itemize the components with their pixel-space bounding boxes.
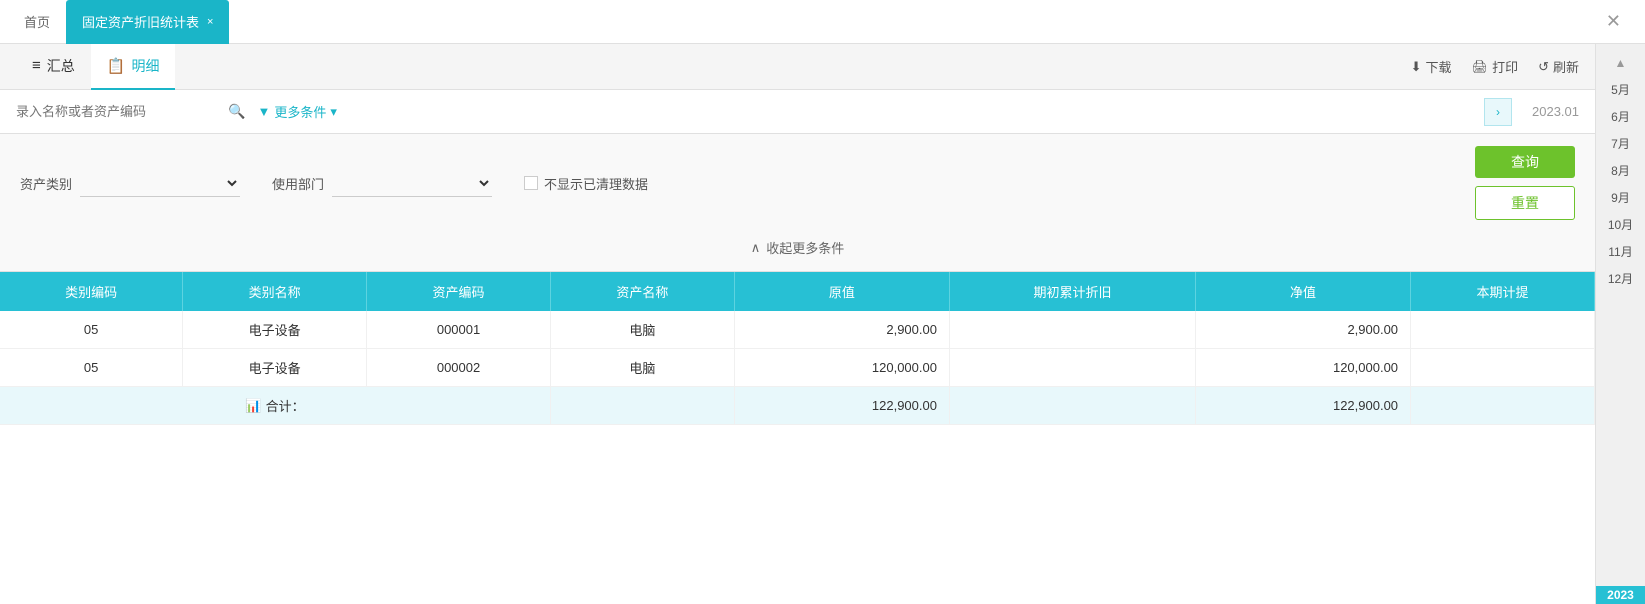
cell-asset-code: 000001 bbox=[367, 311, 551, 349]
asset-type-filter: 资产类别 bbox=[20, 169, 240, 197]
tab-detail[interactable]: 📋 明细 bbox=[91, 44, 176, 90]
sidebar-month-item[interactable]: 9月 bbox=[1604, 184, 1637, 211]
detail-icon: 📋 bbox=[107, 57, 126, 75]
summary-tab-label: 汇总 bbox=[47, 56, 75, 76]
col-asset-code: 资产编码 bbox=[367, 272, 551, 311]
filter-area: 资产类别 使用部门 不显示已清理数据 查询 重置 bbox=[0, 134, 1595, 272]
cell-original-value: 120,000.00 bbox=[734, 349, 949, 387]
col-accumulated-depreciation: 期初累计折旧 bbox=[949, 272, 1195, 311]
asset-type-select[interactable] bbox=[80, 169, 240, 197]
sidebar-month-item[interactable]: 6月 bbox=[1604, 103, 1637, 130]
collapse-label: 收起更多条件 bbox=[766, 238, 844, 257]
sidebar-month-item[interactable]: 11月 bbox=[1604, 238, 1637, 265]
cell-category-code: 05 bbox=[0, 349, 183, 387]
cell-category-name: 电子设备 bbox=[183, 349, 367, 387]
more-filter-button[interactable]: ▼ 更多条件 ▾ bbox=[257, 102, 336, 121]
content-area: ≡ 汇总 📋 明细 ⬇ 下载 🖨 打印 ↺ 刷新 bbox=[0, 44, 1595, 604]
cell-asset-name: 电脑 bbox=[550, 311, 734, 349]
download-icon: ⬇ bbox=[1411, 59, 1422, 75]
window-close-button[interactable]: ✕ bbox=[1598, 11, 1629, 32]
col-asset-name: 资产名称 bbox=[550, 272, 734, 311]
cell-category-name: 电子设备 bbox=[183, 311, 367, 349]
cell-category-code: 05 bbox=[0, 311, 183, 349]
asset-type-label: 资产类别 bbox=[20, 174, 72, 193]
home-link[interactable]: 首页 bbox=[16, 12, 58, 31]
refresh-label: 刷新 bbox=[1553, 57, 1579, 76]
hide-cleared-checkbox[interactable] bbox=[524, 176, 538, 190]
department-label: 使用部门 bbox=[272, 174, 324, 193]
table-total-row: 📊 合计： 122,900.00 122,900.00 bbox=[0, 387, 1595, 425]
hide-cleared-filter[interactable]: 不显示已清理数据 bbox=[524, 174, 648, 193]
total-empty bbox=[550, 387, 734, 425]
table-header-row: 类别编码 类别名称 资产编码 资产名称 原值 期初累计折旧 净值 本期计提 bbox=[0, 272, 1595, 311]
sidebar-month-item[interactable]: 5月 bbox=[1604, 76, 1637, 103]
tab-summary[interactable]: ≡ 汇总 bbox=[16, 44, 91, 90]
download-button[interactable]: ⬇ 下载 bbox=[1411, 57, 1452, 76]
cell-net-value: 2,900.00 bbox=[1195, 311, 1410, 349]
col-original-value: 原值 bbox=[734, 272, 949, 311]
toolbar-right: ⬇ 下载 🖨 打印 ↺ 刷新 bbox=[1411, 57, 1579, 76]
cell-current-period bbox=[1411, 311, 1595, 349]
tab-label: 固定资产折旧统计表 bbox=[82, 12, 199, 31]
print-icon: 🖨 bbox=[1472, 59, 1489, 75]
search-icon[interactable]: 🔍 bbox=[228, 103, 245, 120]
data-table: 类别编码 类别名称 资产编码 资产名称 原值 期初累计折旧 净值 本期计提 05… bbox=[0, 272, 1595, 425]
col-category-code: 类别编码 bbox=[0, 272, 183, 311]
date-display: 2023.01 bbox=[1532, 104, 1579, 119]
print-label: 打印 bbox=[1492, 57, 1518, 76]
top-nav: 首页 固定资产折旧统计表 × ✕ bbox=[0, 0, 1645, 44]
department-filter: 使用部门 bbox=[272, 169, 492, 197]
table-row: 05 电子设备 000001 电脑 2,900.00 2,900.00 bbox=[0, 311, 1595, 349]
sidebar-month-item[interactable]: 12月 bbox=[1604, 265, 1637, 292]
sidebar-month-item[interactable]: 8月 bbox=[1604, 157, 1637, 184]
refresh-button[interactable]: ↺ 刷新 bbox=[1538, 57, 1579, 76]
search-input[interactable] bbox=[16, 104, 216, 119]
filter-chevron-icon: ▾ bbox=[330, 104, 337, 120]
filter-icon: ▼ bbox=[257, 104, 270, 119]
refresh-icon: ↺ bbox=[1538, 59, 1549, 75]
data-table-wrap: 类别编码 类别名称 资产编码 资产名称 原值 期初累计折旧 净值 本期计提 05… bbox=[0, 272, 1595, 604]
table-row: 05 电子设备 000002 电脑 120,000.00 120,000.00 bbox=[0, 349, 1595, 387]
expand-panel-button[interactable]: › bbox=[1484, 98, 1512, 126]
summary-icon: ≡ bbox=[32, 57, 41, 74]
collapse-filter-button[interactable]: ∧ 收起更多条件 bbox=[20, 232, 1575, 259]
filter-row-1: 资产类别 使用部门 不显示已清理数据 查询 重置 bbox=[20, 146, 1575, 220]
col-net-value: 净值 bbox=[1195, 272, 1410, 311]
query-button[interactable]: 查询 bbox=[1475, 146, 1575, 178]
filter-actions: 查询 重置 bbox=[1475, 146, 1575, 220]
right-sidebar: ▲ 5月6月7月8月9月10月11月12月 2023 bbox=[1595, 44, 1645, 604]
col-category-name: 类别名称 bbox=[183, 272, 367, 311]
tab-close-icon[interactable]: × bbox=[207, 16, 213, 28]
total-accumulated-depreciation bbox=[949, 387, 1195, 425]
download-label: 下载 bbox=[1426, 57, 1452, 76]
collapse-icon: ∧ bbox=[751, 240, 761, 256]
filter-label: 更多条件 bbox=[274, 102, 326, 121]
print-button[interactable]: 🖨 打印 bbox=[1472, 57, 1519, 76]
cell-asset-code: 000002 bbox=[367, 349, 551, 387]
year-badge: 2023 bbox=[1596, 586, 1645, 604]
active-tab[interactable]: 固定资产折旧统计表 × bbox=[66, 0, 229, 44]
cell-net-value: 120,000.00 bbox=[1195, 349, 1410, 387]
sub-tabs-bar: ≡ 汇总 📋 明细 ⬇ 下载 🖨 打印 ↺ 刷新 bbox=[0, 44, 1595, 90]
sidebar-month-item[interactable]: 10月 bbox=[1604, 211, 1637, 238]
total-label-cell: 📊 合计： bbox=[0, 387, 550, 425]
cell-current-period bbox=[1411, 349, 1595, 387]
reset-button[interactable]: 重置 bbox=[1475, 186, 1575, 220]
cell-accumulated-depreciation bbox=[949, 349, 1195, 387]
cell-original-value: 2,900.00 bbox=[734, 311, 949, 349]
total-original-value: 122,900.00 bbox=[734, 387, 949, 425]
search-bar: 🔍 ▼ 更多条件 ▾ › 2023.01 bbox=[0, 90, 1595, 134]
sidebar-scroll-up-button[interactable]: ▲ bbox=[1596, 52, 1645, 74]
sidebar-month-item[interactable]: 7月 bbox=[1604, 130, 1637, 157]
total-net-value: 122,900.00 bbox=[1195, 387, 1410, 425]
department-select[interactable] bbox=[332, 169, 492, 197]
detail-tab-label: 明细 bbox=[131, 56, 159, 76]
hide-cleared-label: 不显示已清理数据 bbox=[544, 174, 648, 193]
cell-accumulated-depreciation bbox=[949, 311, 1195, 349]
col-current-period: 本期计提 bbox=[1411, 272, 1595, 311]
main-area: ≡ 汇总 📋 明细 ⬇ 下载 🖨 打印 ↺ 刷新 bbox=[0, 44, 1645, 604]
cell-asset-name: 电脑 bbox=[550, 349, 734, 387]
total-current-period bbox=[1411, 387, 1595, 425]
